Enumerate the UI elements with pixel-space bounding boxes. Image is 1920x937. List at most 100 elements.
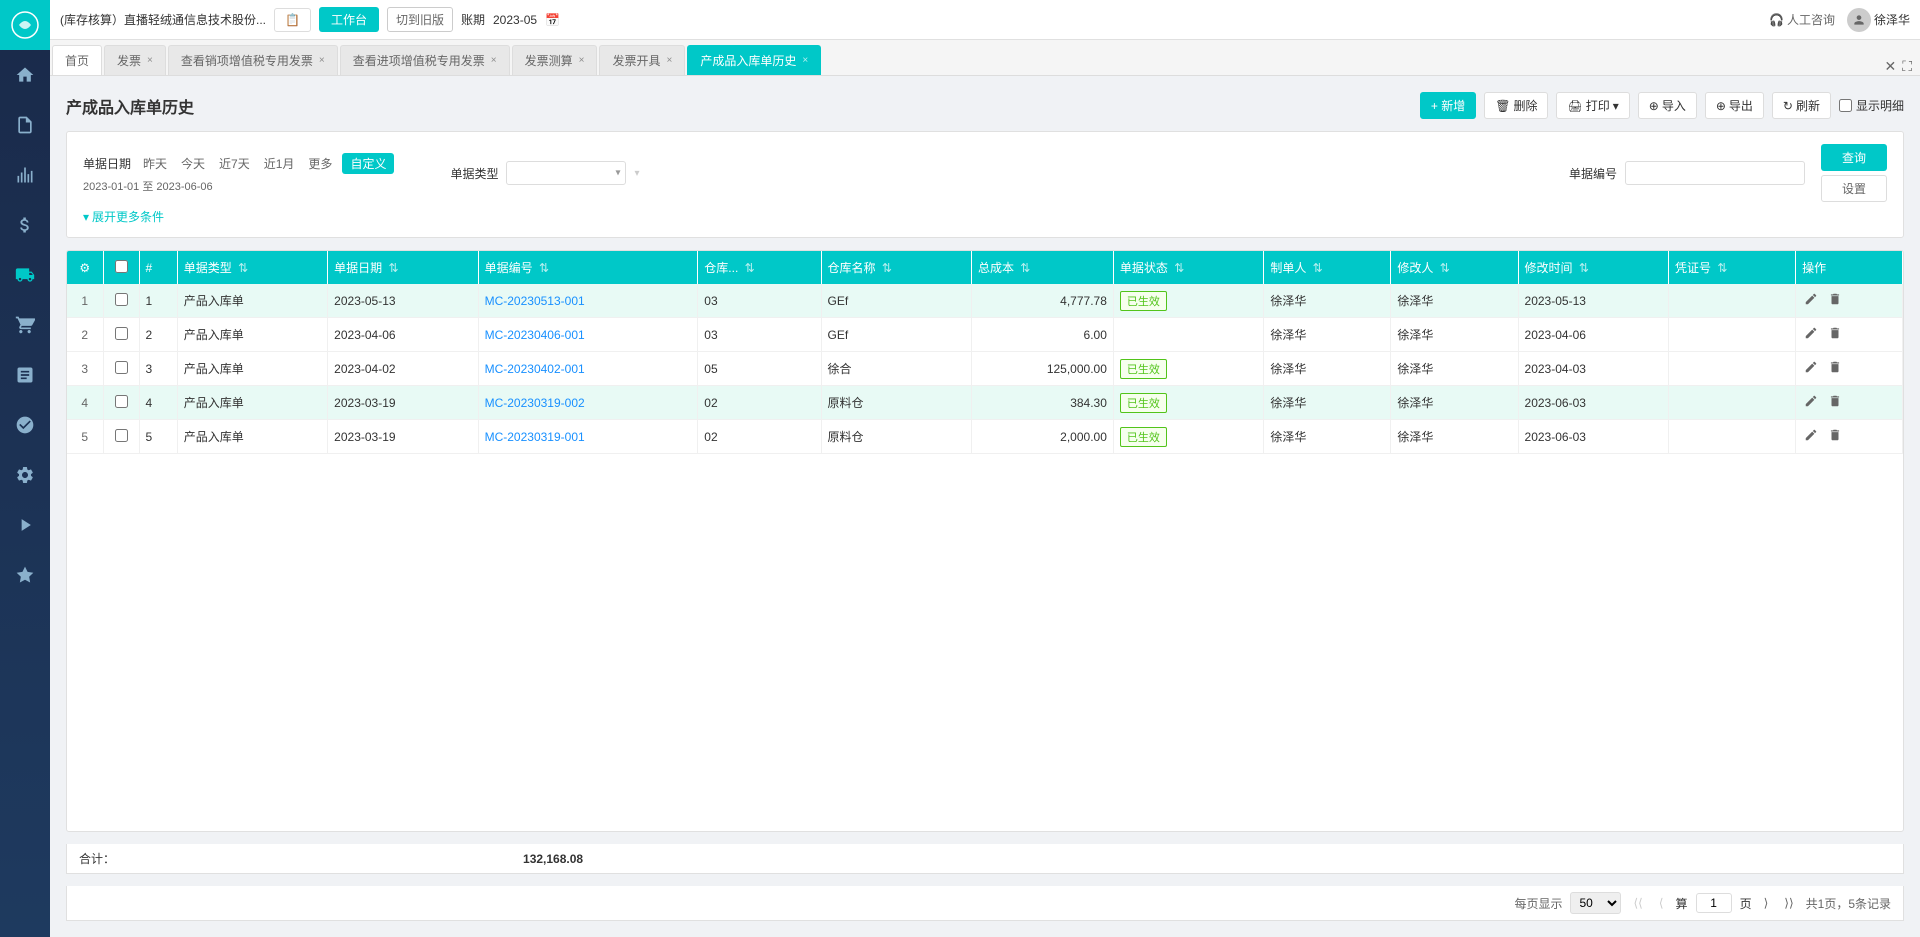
row-select-checkbox[interactable] <box>115 327 128 340</box>
row-edit-btn[interactable] <box>1802 392 1820 413</box>
row-number-link[interactable]: MC-20230402-001 <box>485 362 585 376</box>
sidebar-item-star[interactable] <box>0 550 50 600</box>
first-page-btn[interactable]: ⟨⟨ <box>1629 894 1646 912</box>
row-edit-btn[interactable] <box>1802 426 1820 447</box>
row-delete-btn[interactable] <box>1826 392 1844 413</box>
col-warehouse-name[interactable]: 仓库名称 ⇅ <box>821 251 971 284</box>
tab-expand-button[interactable]: ⛶ <box>1902 58 1912 75</box>
row-number-link[interactable]: MC-20230406-001 <box>485 328 585 342</box>
sidebar-item-invoice[interactable] <box>0 100 50 150</box>
data-table-container: ⚙ # 单据类型 ⇅ 单据日期 ⇅ <box>66 250 1904 832</box>
print-button[interactable]: 🖨 打印 ▾ <box>1556 92 1629 119</box>
tab-close-invoice[interactable]: × <box>147 55 153 66</box>
import-button[interactable]: ⊕ 导入 <box>1638 92 1697 119</box>
doc-button[interactable]: 📋 <box>274 8 311 32</box>
export-button[interactable]: ⊕ 导出 <box>1705 92 1764 119</box>
next-page-btn[interactable]: ⟩ <box>1760 894 1773 912</box>
col-settings[interactable]: ⚙ <box>67 251 103 284</box>
refresh-button[interactable]: ↻ 刷新 <box>1772 92 1831 119</box>
company-name[interactable]: (库存核算）直播轻绒通信息技术股份... <box>60 11 266 28</box>
date-btn-more[interactable]: 更多 <box>304 153 336 174</box>
tab-close-invoice-calc[interactable]: × <box>579 55 585 66</box>
page-input[interactable] <box>1696 893 1732 913</box>
row-number-link[interactable]: MC-20230513-001 <box>485 294 585 308</box>
row-warehouse-code: 02 <box>698 420 821 454</box>
row-select-checkbox[interactable] <box>115 361 128 374</box>
switch-button[interactable]: 切到旧版 <box>387 7 453 32</box>
expand-btn[interactable]: ▾ 展开更多条件 <box>83 208 164 225</box>
prev-page-btn[interactable]: ⟨ <box>1655 894 1668 912</box>
col-type[interactable]: 单据类型 ⇅ <box>177 251 327 284</box>
show-detail-checkbox[interactable] <box>1839 99 1852 112</box>
row-delete-btn[interactable] <box>1826 358 1844 379</box>
tab-sales-invoice[interactable]: 查看销项增值税专用发票 × <box>168 45 338 75</box>
tab-home[interactable]: 首页 <box>52 45 102 75</box>
tab-close-all-button[interactable]: ✕ <box>1884 58 1896 75</box>
row-edit-btn[interactable] <box>1802 358 1820 379</box>
col-total-cost[interactable]: 总成本 ⇅ <box>971 251 1113 284</box>
col-status[interactable]: 单据状态 ⇅ <box>1113 251 1263 284</box>
type-select[interactable]: 产品入库单 <box>506 161 626 185</box>
sidebar-item-media[interactable] <box>0 500 50 550</box>
select-all-checkbox[interactable] <box>115 260 128 273</box>
tab-invoice[interactable]: 发票 × <box>104 45 166 75</box>
row-select-checkbox[interactable] <box>115 293 128 306</box>
date-btn-today[interactable]: 今天 <box>177 153 209 174</box>
tab-purchase-invoice[interactable]: 查看进项增值税专用发票 × <box>340 45 510 75</box>
row-delete-btn[interactable] <box>1826 426 1844 447</box>
row-number-link[interactable]: MC-20230319-002 <box>485 396 585 410</box>
date-btn-yesterday[interactable]: 昨天 <box>139 153 171 174</box>
tab-invoice-calc[interactable]: 发票测算 × <box>512 45 598 75</box>
sidebar-item-analytics[interactable] <box>0 150 50 200</box>
help-button[interactable]: 🎧 人工咨询 <box>1769 11 1835 28</box>
col-modify-time[interactable]: 修改时间 ⇅ <box>1518 251 1668 284</box>
user-menu[interactable]: 徐泽华 <box>1847 8 1910 32</box>
number-input[interactable] <box>1625 161 1805 185</box>
row-creator: 徐泽华 <box>1264 284 1391 318</box>
sidebar-item-settings[interactable] <box>0 450 50 500</box>
tab-warehouse-history[interactable]: 产成品入库单历史 × <box>687 45 821 75</box>
delete-button[interactable]: 🗑 删除 <box>1484 92 1548 119</box>
date-btn-7days[interactable]: 近7天 <box>215 153 254 174</box>
sidebar-item-warehouse[interactable] <box>0 250 50 300</box>
tab-close-invoice-open[interactable]: × <box>666 55 672 66</box>
query-button[interactable]: 查询 <box>1821 144 1887 171</box>
workbench-button[interactable]: 工作台 <box>319 7 379 32</box>
sidebar-item-settings2[interactable] <box>0 400 50 450</box>
new-button[interactable]: + 新增 <box>1420 92 1476 119</box>
sidebar-item-purchase[interactable] <box>0 300 50 350</box>
col-date[interactable]: 单据日期 ⇅ <box>328 251 478 284</box>
per-page-select[interactable]: 50 100 200 <box>1570 892 1621 914</box>
row-edit-btn[interactable] <box>1802 290 1820 311</box>
row-select-checkbox[interactable] <box>115 429 128 442</box>
app-logo[interactable] <box>0 0 50 50</box>
date-btn-1month[interactable]: 近1月 <box>260 153 299 174</box>
tab-close-purchase-invoice[interactable]: × <box>491 55 497 66</box>
sort-modifier-icon: ⇅ <box>1440 261 1450 275</box>
sidebar-item-tax[interactable] <box>0 200 50 250</box>
tab-invoice-open[interactable]: 发票开具 × <box>599 45 685 75</box>
col-number[interactable]: 单据编号 ⇅ <box>478 251 698 284</box>
row-edit-btn[interactable] <box>1802 324 1820 345</box>
sidebar-item-home[interactable] <box>0 50 50 100</box>
row-delete-btn[interactable] <box>1826 324 1844 345</box>
tab-close-warehouse-history[interactable]: × <box>802 55 808 66</box>
row-status <box>1113 318 1263 352</box>
tab-close-sales-invoice[interactable]: × <box>319 55 325 66</box>
calendar-icon[interactable]: 📅 <box>545 13 560 27</box>
reset-button[interactable]: 设置 <box>1821 175 1887 202</box>
col-creator[interactable]: 制单人 ⇅ <box>1264 251 1391 284</box>
row-delete-btn[interactable] <box>1826 290 1844 311</box>
page-actions: + 新增 🗑 删除 🖨 打印 ▾ ⊕ 导入 ⊕ <box>1420 92 1904 119</box>
per-page-label: 每页显示 <box>1514 895 1562 912</box>
row-number-link[interactable]: MC-20230319-001 <box>485 430 585 444</box>
col-warehouse-code[interactable]: 仓库... ⇅ <box>698 251 821 284</box>
date-btn-custom[interactable]: 自定义 <box>342 153 394 174</box>
import-icon: ⊕ <box>1649 99 1659 113</box>
col-modifier[interactable]: 修改人 ⇅ <box>1391 251 1518 284</box>
col-voucher[interactable]: 凭证号 ⇅ <box>1668 251 1795 284</box>
row-select-checkbox[interactable] <box>115 395 128 408</box>
col-num: # <box>139 251 177 284</box>
sidebar-item-reports[interactable] <box>0 350 50 400</box>
last-page-btn[interactable]: ⟩⟩ <box>1780 894 1797 912</box>
